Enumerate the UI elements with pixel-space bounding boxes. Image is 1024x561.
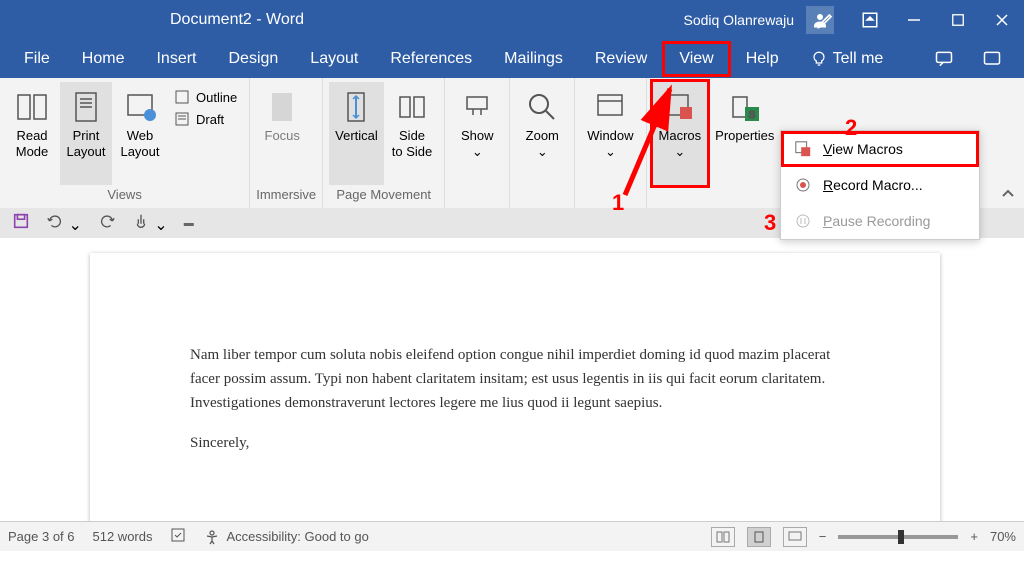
macros-dropdown: View Macros Record Macro... Pause Record… <box>780 130 980 240</box>
menu-mailings[interactable]: Mailings <box>490 44 577 74</box>
comments-icon[interactable] <box>922 39 966 79</box>
web-layout-button[interactable]: Web Layout <box>114 82 166 185</box>
signature-line: Sincerely, <box>190 431 840 455</box>
accessibility-status[interactable]: Accessibility: Good to go <box>204 529 368 545</box>
annotation-1: 1 <box>612 190 624 216</box>
menu-help[interactable]: Help <box>732 44 793 74</box>
draft-button[interactable]: Draft <box>168 108 243 130</box>
collapse-ribbon-icon[interactable] <box>1000 186 1016 207</box>
ribbon-group-pagemove: Vertical Side to Side Page Movement <box>323 78 445 208</box>
zoom-out-icon[interactable]: − <box>819 529 827 544</box>
user-name: Sodiq Olanrewaju <box>683 12 794 28</box>
menu-bar: File Home Insert Design Layout Reference… <box>0 40 1024 78</box>
zoom-button[interactable]: Zoom⌄ <box>516 82 568 185</box>
lightbulb-icon <box>811 51 827 67</box>
focus-button[interactable]: Focus <box>256 82 308 185</box>
share-icon[interactable] <box>970 39 1014 79</box>
word-count[interactable]: 512 words <box>93 529 153 544</box>
menu-tellme[interactable]: Tell me <box>797 44 898 74</box>
chevron-down-icon: ⌄ <box>472 144 483 159</box>
save-icon[interactable] <box>8 210 34 237</box>
macro-list-icon <box>793 139 813 159</box>
menu-references[interactable]: References <box>376 44 486 74</box>
print-view-icon[interactable] <box>747 527 771 547</box>
record-macro-item[interactable]: Record Macro... <box>781 167 979 203</box>
spell-check-icon[interactable] <box>170 527 186 546</box>
menu-layout[interactable]: Layout <box>296 44 372 74</box>
properties-button[interactable]: S Properties <box>709 82 780 185</box>
document-title: Document2 - Word <box>170 11 304 29</box>
status-bar: Page 3 of 6 512 words Accessibility: Goo… <box>0 521 1024 551</box>
annotation-arrow <box>610 75 700 205</box>
read-mode-button[interactable]: Read Mode <box>6 82 58 185</box>
touch-mode-icon[interactable]: ⌄ <box>128 210 172 237</box>
chevron-down-icon: ⌄ <box>537 144 548 159</box>
pen-icon[interactable] <box>804 0 848 40</box>
redo-icon[interactable] <box>94 210 120 237</box>
body-paragraph: Nam liber tempor cum soluta nobis eleife… <box>190 343 840 415</box>
menu-file[interactable]: File <box>10 44 64 74</box>
print-layout-button[interactable]: Print Layout <box>60 82 112 185</box>
title-bar: Document2 - Word Sodiq Olanrewaju <box>0 0 1024 40</box>
svg-text:S: S <box>748 110 755 121</box>
maximize-icon[interactable] <box>936 0 980 40</box>
zoom-in-icon[interactable]: + <box>970 529 978 544</box>
page: Nam liber tempor cum soluta nobis eleife… <box>90 253 940 521</box>
pause-icon <box>793 211 813 231</box>
vertical-button[interactable]: Vertical <box>329 82 384 185</box>
ribbon-group-immersive: Focus Immersive <box>250 78 323 208</box>
page-indicator[interactable]: Page 3 of 6 <box>8 529 75 544</box>
web-view-icon[interactable] <box>783 527 807 547</box>
view-macros-item[interactable]: View Macros <box>781 131 979 167</box>
show-button[interactable]: Show⌄ <box>451 82 503 185</box>
window-controls <box>804 0 1024 40</box>
read-view-icon[interactable] <box>711 527 735 547</box>
zoom-level[interactable]: 70% <box>990 529 1016 544</box>
annotation-2: 2 <box>845 115 857 141</box>
menu-insert[interactable]: Insert <box>142 44 210 74</box>
close-icon[interactable] <box>980 0 1024 40</box>
minimize-icon[interactable] <box>892 0 936 40</box>
undo-icon[interactable]: ⌄ <box>42 210 86 237</box>
menu-home[interactable]: Home <box>68 44 139 74</box>
annotation-3: 3 <box>764 210 776 236</box>
menu-review[interactable]: Review <box>581 44 661 74</box>
menu-design[interactable]: Design <box>214 44 292 74</box>
accessibility-icon <box>204 529 220 545</box>
ribbon-display-icon[interactable] <box>848 0 892 40</box>
pause-recording-item: Pause Recording <box>781 203 979 239</box>
record-icon <box>793 175 813 195</box>
document-area[interactable]: Nam liber tempor cum soluta nobis eleife… <box>0 238 1024 521</box>
ribbon-group-views: Read Mode Print Layout Web Layout Outlin… <box>0 78 250 208</box>
ribbon-group-show: Show⌄ <box>445 78 510 208</box>
qat-customize-icon[interactable]: ▬ <box>180 216 198 231</box>
menu-view[interactable]: View <box>665 44 727 74</box>
ribbon-group-zoom: Zoom⌄ <box>510 78 575 208</box>
outline-button[interactable]: Outline <box>168 86 243 108</box>
zoom-slider[interactable] <box>838 535 958 539</box>
side-to-side-button[interactable]: Side to Side <box>386 82 438 185</box>
